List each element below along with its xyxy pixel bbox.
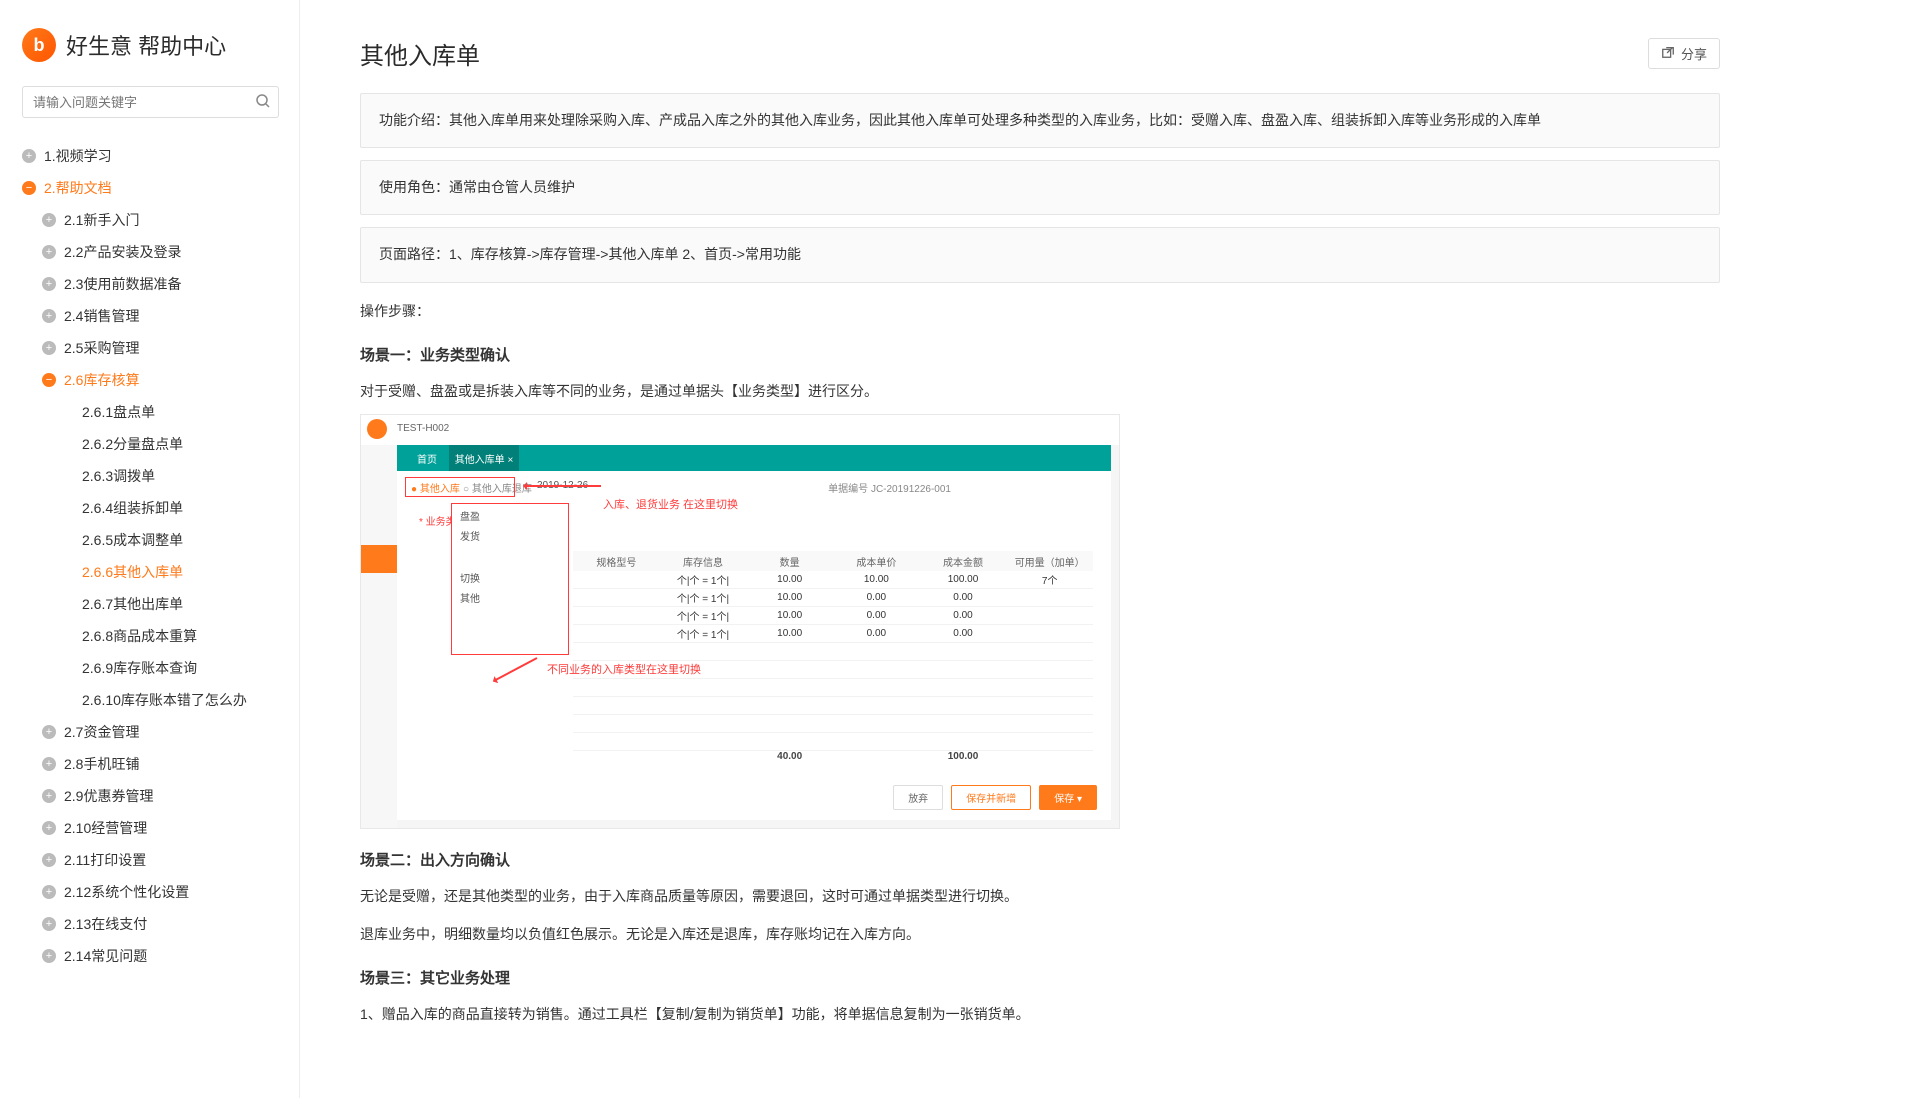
- nav-2-10[interactable]: +2.10经营管理: [42, 812, 279, 844]
- screenshot-1: TEST-H002 首页 其他入库单 × ● 其他入库 ○ 其他入库退库 201…: [360, 414, 1120, 829]
- nav-2-6-4[interactable]: 2.6.4组装拆卸单: [82, 492, 279, 524]
- nav-2-14[interactable]: +2.14常见问题: [42, 940, 279, 972]
- share-label: 分享: [1681, 44, 1707, 63]
- intro-card: 功能介绍：其他入库单用来处理除采购入库、产成品入库之外的其他入库业务，因此其他入…: [360, 93, 1720, 148]
- logo-icon: b: [22, 28, 56, 62]
- search-box: [22, 86, 279, 118]
- sidebar: b 好生意 帮助中心 +1.视频学习 −2.帮助文档 +2.1新手入门 +2.2…: [0, 0, 300, 1098]
- plus-icon: +: [42, 309, 56, 323]
- nav-2-6-9[interactable]: 2.6.9库存账本查询: [82, 652, 279, 684]
- scene1-text: 对于受赠、盘盈或是拆装入库等不同的业务，是通过单据头【业务类型】进行区分。: [360, 377, 1720, 406]
- page-title: 其他入库单: [360, 36, 480, 71]
- site-title: 好生意 帮助中心: [66, 29, 226, 61]
- scene1-heading: 场景一：业务类型确认: [360, 344, 1720, 365]
- plus-icon: +: [42, 885, 56, 899]
- nav-2-11[interactable]: +2.11打印设置: [42, 844, 279, 876]
- nav-2-6-10[interactable]: 2.6.10库存账本错了怎么办: [82, 684, 279, 716]
- scene2-text1: 无论是受赠，还是其他类型的业务，由于入库商品质量等原因，需要退回，这时可通过单据…: [360, 882, 1720, 911]
- nav-2-8[interactable]: +2.8手机旺铺: [42, 748, 279, 780]
- plus-icon: +: [42, 821, 56, 835]
- main-content: 其他入库单 分享 功能介绍：其他入库单用来处理除采购入库、产成品入库之外的其他入…: [300, 0, 1820, 1098]
- plus-icon: +: [42, 725, 56, 739]
- scene2-text2: 退库业务中，明细数量均以负值红色展示。无论是入库还是退库，库存账均记在入库方向。: [360, 920, 1720, 949]
- nav-2-6[interactable]: −2.6库存核算: [42, 364, 279, 396]
- nav-2-13[interactable]: +2.13在线支付: [42, 908, 279, 940]
- nav-2-7[interactable]: +2.7资金管理: [42, 716, 279, 748]
- search-input[interactable]: [22, 86, 279, 118]
- nav-tree: +1.视频学习 −2.帮助文档 +2.1新手入门 +2.2产品安装及登录 +2.…: [22, 140, 279, 972]
- nav-2-6-7[interactable]: 2.6.7其他出库单: [82, 588, 279, 620]
- nav-2-6-1[interactable]: 2.6.1盘点单: [82, 396, 279, 428]
- path-text: 1、库存核算->库存管理->其他入库单 2、首页->常用功能: [449, 246, 801, 262]
- nav-2-1[interactable]: +2.1新手入门: [42, 204, 279, 236]
- plus-icon: +: [42, 245, 56, 259]
- role-label: 使用角色：: [379, 179, 449, 195]
- nav-2-5[interactable]: +2.5采购管理: [42, 332, 279, 364]
- nav-2-6-2[interactable]: 2.6.2分量盘点单: [82, 428, 279, 460]
- plus-icon: +: [42, 917, 56, 931]
- plus-icon: +: [42, 277, 56, 291]
- share-icon: [1661, 45, 1675, 62]
- nav-help-docs[interactable]: −2.帮助文档: [22, 172, 279, 204]
- plus-icon: +: [42, 341, 56, 355]
- minus-icon: −: [42, 373, 56, 387]
- nav-2-6-8[interactable]: 2.6.8商品成本重算: [82, 620, 279, 652]
- plus-icon: +: [42, 757, 56, 771]
- role-text: 通常由仓管人员维护: [449, 179, 575, 195]
- path-card: 页面路径：1、库存核算->库存管理->其他入库单 2、首页->常用功能: [360, 227, 1720, 282]
- minus-icon: −: [22, 181, 36, 195]
- search-icon[interactable]: [255, 93, 271, 112]
- nav-2-6-5[interactable]: 2.6.5成本调整单: [82, 524, 279, 556]
- scene3-text1: 1、赠品入库的商品直接转为销售。通过工具栏【复制/复制为销货单】功能，将单据信息…: [360, 1000, 1720, 1029]
- scene2-heading: 场景二：出入方向确认: [360, 849, 1720, 870]
- role-card: 使用角色：通常由仓管人员维护: [360, 160, 1720, 215]
- nav-2-12[interactable]: +2.12系统个性化设置: [42, 876, 279, 908]
- plus-icon: +: [22, 149, 36, 163]
- site-logo-row: b 好生意 帮助中心: [22, 28, 279, 62]
- nav-2-6-3[interactable]: 2.6.3调拨单: [82, 460, 279, 492]
- plus-icon: +: [42, 789, 56, 803]
- plus-icon: +: [42, 213, 56, 227]
- intro-label: 功能介绍：: [379, 112, 449, 128]
- share-button[interactable]: 分享: [1648, 38, 1720, 69]
- path-label: 页面路径：: [379, 246, 449, 262]
- nav-2-3[interactable]: +2.3使用前数据准备: [42, 268, 279, 300]
- nav-2-6-6[interactable]: 2.6.6其他入库单: [82, 556, 279, 588]
- nav-2-9[interactable]: +2.9优惠券管理: [42, 780, 279, 812]
- steps-heading: 操作步骤：: [360, 297, 1720, 326]
- plus-icon: +: [42, 949, 56, 963]
- plus-icon: +: [42, 853, 56, 867]
- scene3-heading: 场景三：其它业务处理: [360, 967, 1720, 988]
- intro-text: 其他入库单用来处理除采购入库、产成品入库之外的其他入库业务，因此其他入库单可处理…: [449, 112, 1541, 128]
- nav-2-4[interactable]: +2.4销售管理: [42, 300, 279, 332]
- nav-2-2[interactable]: +2.2产品安装及登录: [42, 236, 279, 268]
- nav-video-learning[interactable]: +1.视频学习: [22, 140, 279, 172]
